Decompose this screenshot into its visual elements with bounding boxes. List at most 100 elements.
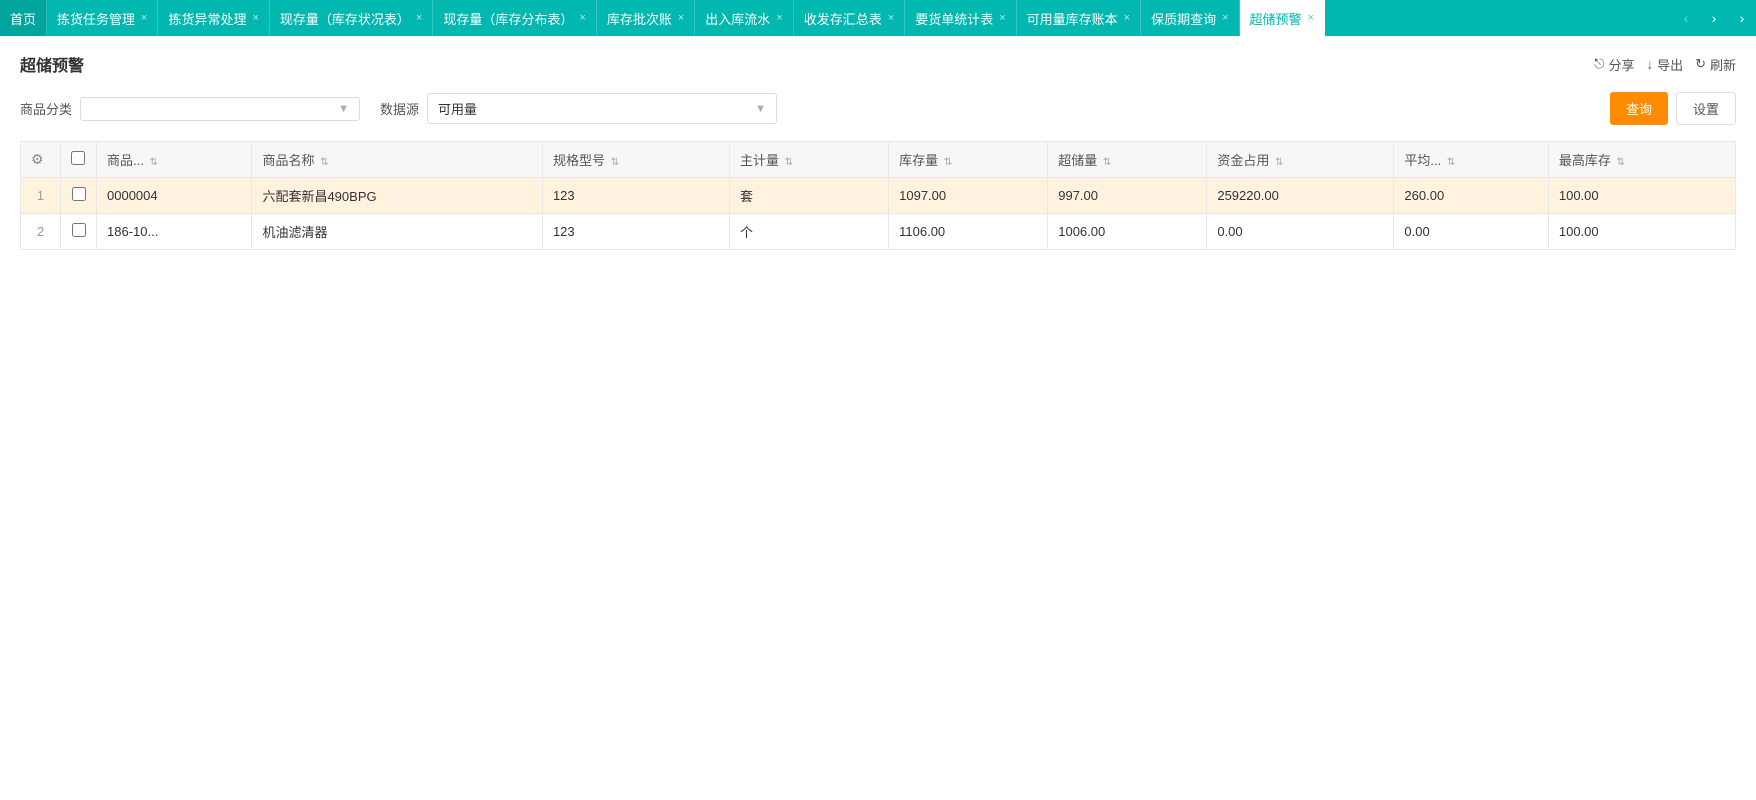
sort-icon-overflow: ⇅ — [1103, 157, 1111, 168]
refresh-icon: ↻ — [1695, 56, 1706, 72]
row-max-stock-1: 100.00 — [1548, 178, 1735, 214]
sort-icon-stock: ⇅ — [944, 157, 952, 168]
nav-demand-stats-close[interactable]: × — [999, 12, 1005, 24]
row-max-stock-2: 100.00 — [1548, 214, 1735, 250]
nav-receive-summary-close[interactable]: × — [888, 12, 894, 24]
nav-available-account-label: 可用量库存账本 — [1027, 9, 1118, 28]
sort-icon-capital: ⇅ — [1275, 157, 1283, 168]
export-button[interactable]: ↓ 导出 — [1647, 55, 1684, 74]
row-spec-1: 123 — [542, 178, 729, 214]
nav-home-label: 首页 — [10, 9, 36, 28]
row-checkbox-2[interactable] — [72, 223, 86, 237]
nav-quality-query-label: 保质期查询 — [1151, 9, 1216, 28]
th-stock[interactable]: 库存量 ⇅ — [889, 142, 1048, 178]
row-avg-2: 0.00 — [1394, 214, 1548, 250]
nav-inout-flow[interactable]: 出入库流水 × — [695, 0, 793, 36]
nav-overstock[interactable]: 超储预警 × — [1240, 0, 1325, 36]
nav-stock-dist[interactable]: 现存量（库存分布表） × — [433, 0, 596, 36]
th-unit[interactable]: 主计量 ⇅ — [730, 142, 889, 178]
nav-quality-query-close[interactable]: × — [1222, 12, 1228, 24]
refresh-button[interactable]: ↻ 刷新 — [1695, 55, 1736, 74]
share-label: 分享 — [1609, 55, 1635, 74]
sort-icon-product-name: ⇅ — [320, 157, 328, 168]
nav-pick-exception-close[interactable]: × — [252, 12, 258, 24]
data-table: ⚙ 商品... ⇅ 商品名称 ⇅ 规格型号 ⇅ 主计量 — [20, 141, 1736, 250]
page-content: 超储预警 ⎋ 分享 ↓ 导出 ↻ 刷新 商品分类 ▼ 数据源 — [0, 36, 1756, 800]
row-spec-2: 123 — [542, 214, 729, 250]
row-capital-2: 0.00 — [1207, 214, 1394, 250]
nav-pick-task-close[interactable]: × — [141, 12, 147, 24]
th-avg[interactable]: 平均... ⇅ — [1394, 142, 1548, 178]
th-overflow[interactable]: 超储量 ⇅ — [1048, 142, 1207, 178]
th-capital-label: 资金占用 — [1217, 153, 1269, 168]
datasource-value: 可用量 — [438, 99, 477, 118]
th-spec-label: 规格型号 — [553, 153, 605, 168]
settings-button[interactable]: 设置 — [1676, 92, 1736, 125]
share-icon: ⎋ — [1594, 56, 1604, 72]
th-checkbox — [61, 142, 97, 178]
nav-inout-flow-close[interactable]: × — [776, 12, 782, 24]
th-settings: ⚙ — [21, 142, 61, 178]
th-overflow-label: 超储量 — [1058, 153, 1097, 168]
nav-home[interactable]: 首页 — [0, 0, 47, 36]
nav-available-account-close[interactable]: × — [1124, 12, 1130, 24]
nav-stock-dist-label: 现存量（库存分布表） — [443, 9, 573, 28]
nav-batch-account-close[interactable]: × — [678, 12, 684, 24]
sort-icon-avg: ⇅ — [1447, 157, 1455, 168]
th-product-code-label: 商品... — [107, 153, 144, 168]
th-capital[interactable]: 资金占用 ⇅ — [1207, 142, 1394, 178]
nav-receive-summary-label: 收发存汇总表 — [804, 9, 882, 28]
row-product-name-1: 六配套新昌490BPG — [252, 178, 543, 214]
category-label: 商品分类 — [20, 99, 72, 118]
th-product-name[interactable]: 商品名称 ⇅ — [252, 142, 543, 178]
select-all-checkbox[interactable] — [71, 151, 85, 165]
sort-icon-unit: ⇅ — [785, 157, 793, 168]
th-product-code[interactable]: 商品... ⇅ — [97, 142, 252, 178]
category-select[interactable]: ▼ — [80, 97, 360, 121]
nav-next-button[interactable]: › — [1700, 0, 1728, 36]
sort-icon-max-stock: ⇅ — [1617, 157, 1625, 168]
th-stock-label: 库存量 — [899, 153, 938, 168]
row-unit-1: 套 — [730, 178, 889, 214]
share-button[interactable]: ⎋ 分享 — [1594, 55, 1634, 74]
nav-prev-button[interactable]: ‹ — [1672, 0, 1700, 36]
th-max-stock-label: 最高库存 — [1559, 153, 1611, 168]
nav-receive-summary[interactable]: 收发存汇总表 × — [794, 0, 905, 36]
row-product-name-2: 机油滤清器 — [252, 214, 543, 250]
row-product-code-2: 186-10... — [97, 214, 252, 250]
nav-overstock-close[interactable]: × — [1308, 12, 1314, 24]
nav-batch-account[interactable]: 库存批次账 × — [597, 0, 695, 36]
nav-quality-query[interactable]: 保质期查询 × — [1141, 0, 1239, 36]
table-header-row: ⚙ 商品... ⇅ 商品名称 ⇅ 规格型号 ⇅ 主计量 — [21, 142, 1736, 178]
filter-area: 商品分类 ▼ 数据源 可用量 ▼ 查询 设置 — [20, 92, 1736, 125]
th-product-name-label: 商品名称 — [262, 153, 314, 168]
nav-arrows-container: ‹ › › — [1672, 0, 1756, 36]
nav-stock-status-label: 现存量（库存状况表） — [280, 9, 410, 28]
nav-pick-exception[interactable]: 拣货异常处理 × — [158, 0, 269, 36]
row-checkbox-cell-2 — [61, 214, 97, 250]
chevron-down-icon: ▼ — [338, 103, 349, 115]
nav-pick-task[interactable]: 拣货任务管理 × — [47, 0, 158, 36]
nav-overstock-label: 超储预警 — [1250, 9, 1302, 28]
nav-stock-status[interactable]: 现存量（库存状况表） × — [270, 0, 433, 36]
nav-demand-stats[interactable]: 要货单统计表 × — [905, 0, 1016, 36]
row-checkbox-1[interactable] — [72, 187, 86, 201]
datasource-label: 数据源 — [380, 99, 419, 118]
row-avg-1: 260.00 — [1394, 178, 1548, 214]
nav-stock-dist-close[interactable]: × — [579, 12, 585, 24]
row-stock-1: 1097.00 — [889, 178, 1048, 214]
nav-stock-status-close[interactable]: × — [416, 12, 422, 24]
th-unit-label: 主计量 — [740, 153, 779, 168]
query-button[interactable]: 查询 — [1610, 92, 1668, 125]
nav-available-account[interactable]: 可用量库存账本 × — [1017, 0, 1141, 36]
datasource-chevron-icon: ▼ — [755, 103, 766, 115]
filter-actions: 查询 设置 — [1610, 92, 1736, 125]
th-max-stock[interactable]: 最高库存 ⇅ — [1548, 142, 1735, 178]
nav-more-button[interactable]: › — [1728, 0, 1756, 36]
row-overflow-2: 1006.00 — [1048, 214, 1207, 250]
nav-pick-task-label: 拣货任务管理 — [57, 9, 135, 28]
th-spec[interactable]: 规格型号 ⇅ — [542, 142, 729, 178]
nav-batch-account-label: 库存批次账 — [607, 9, 672, 28]
datasource-select[interactable]: 可用量 ▼ — [427, 93, 777, 124]
gear-icon[interactable]: ⚙ — [31, 151, 44, 167]
